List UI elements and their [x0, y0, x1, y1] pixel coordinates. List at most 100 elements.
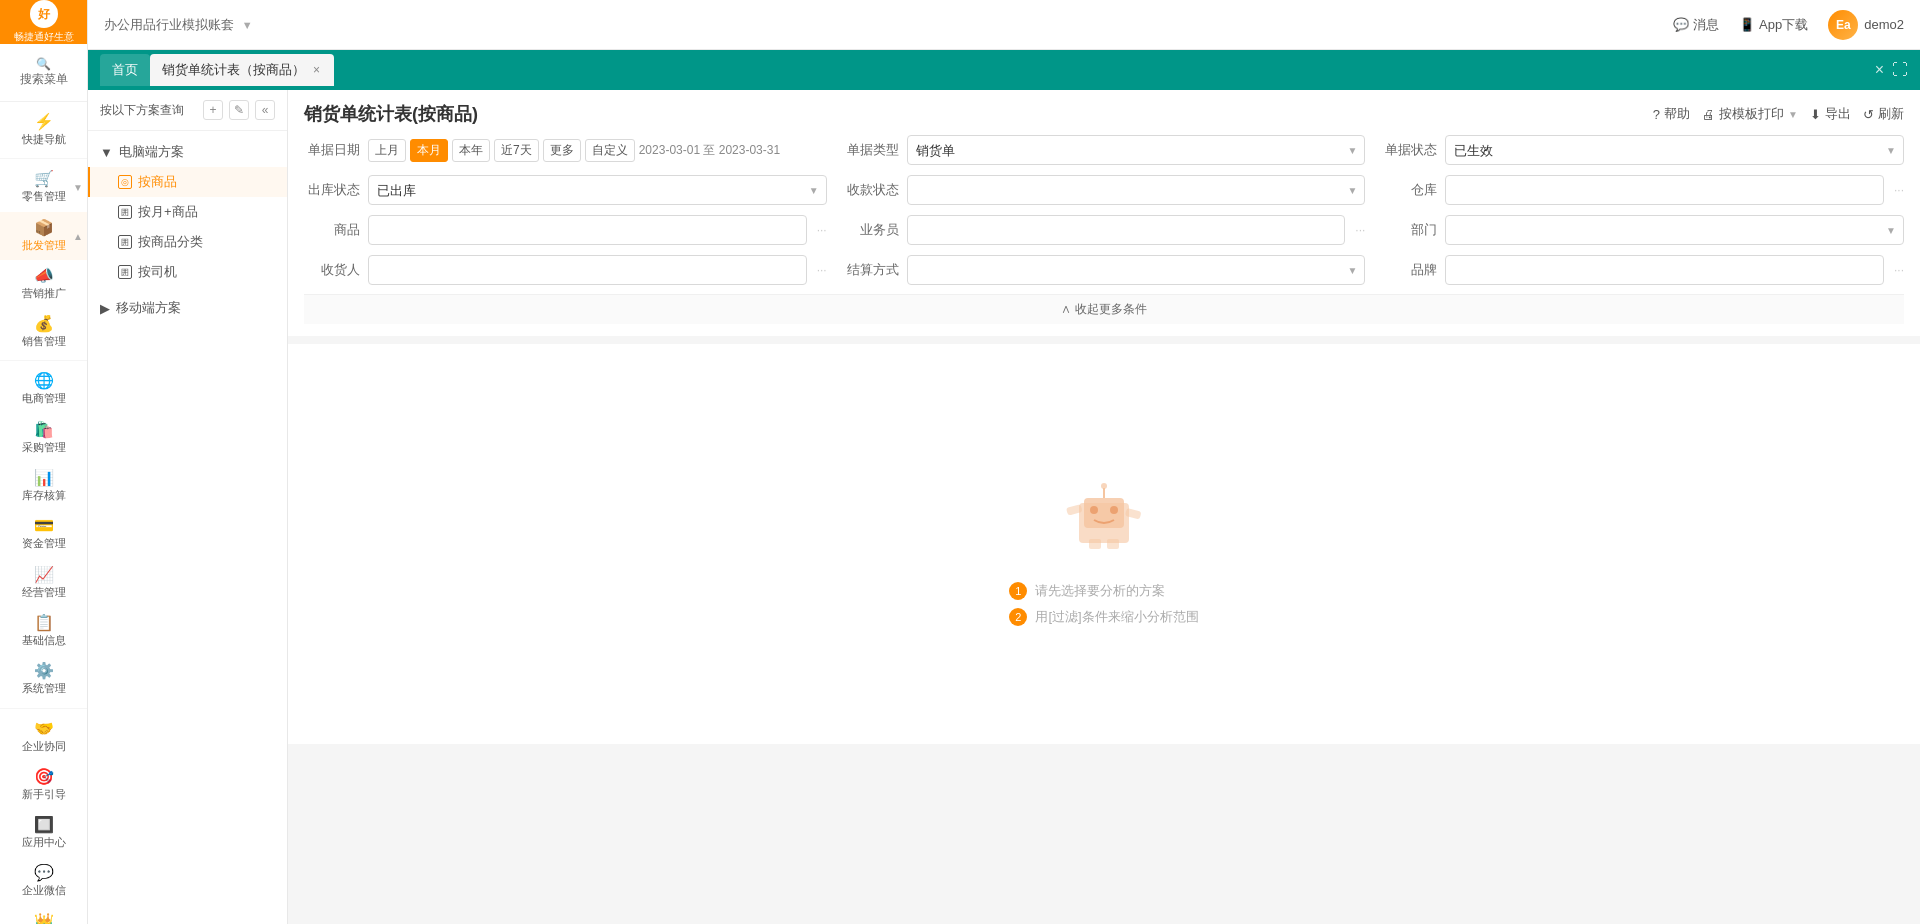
app-download-button[interactable]: 📱 App下载	[1739, 16, 1808, 34]
date-this-year-button[interactable]: 本年	[452, 139, 490, 162]
filter-row-2: 出库状态 已出库 收款状态	[304, 174, 1904, 206]
message-button[interactable]: 💬 消息	[1673, 16, 1719, 34]
sidebar-item-finance[interactable]: 💳 资金管理	[0, 510, 87, 558]
tab-active[interactable]: 销货单统计表（按商品） ×	[150, 54, 334, 86]
tab-close-button[interactable]: ×	[311, 63, 322, 77]
help-button[interactable]: ? 帮助	[1653, 105, 1690, 123]
product-input[interactable]	[368, 215, 807, 245]
purchase-label: 采购管理	[22, 440, 66, 454]
salesperson-dots[interactable]: ···	[1355, 223, 1365, 237]
retail-label: 零售管理	[22, 189, 66, 203]
type-select[interactable]: 销货单	[907, 135, 1366, 165]
date-custom-button[interactable]: 自定义	[585, 139, 635, 162]
nav-section-2: 🌐 电商管理 🛍️ 采购管理 📊 库存核算 💳 资金管理 📈 经营管理 📋 基础…	[0, 361, 87, 708]
empty-tips: 1 请先选择要分析的方案 2 用[过滤]条件来缩小分析范围	[1009, 582, 1198, 626]
desktop-group-title[interactable]: ▼ 电脑端方案	[88, 137, 287, 167]
sidebar-item-wechat[interactable]: 💬 企业微信	[0, 857, 87, 905]
brand-field: 品牌 ···	[1381, 254, 1904, 286]
payment-label: 收款状态	[843, 181, 899, 199]
sidebar-item-enterprise[interactable]: 🤝 企业协同	[0, 713, 87, 761]
print-button[interactable]: 🖨 按模板打印 ▼	[1702, 105, 1798, 123]
sidebar-item-apps[interactable]: 🔲 应用中心	[0, 809, 87, 857]
sidebar-item-marketing[interactable]: 📣 营销推广	[0, 260, 87, 308]
expand-button[interactable]: ⛶	[1892, 61, 1908, 79]
type-label: 单据类型	[843, 141, 899, 159]
sidebar-item-wholesale[interactable]: 📦 批发管理 ▲	[0, 212, 87, 260]
scheme-item-by-machine[interactable]: 囲 按司机	[88, 257, 287, 287]
export-button[interactable]: ⬇ 导出	[1810, 105, 1851, 123]
scheme-item-by-product[interactable]: ◎ 按商品	[88, 167, 287, 197]
left-panel-title: 按以下方案查询	[100, 102, 197, 119]
date-this-month-button[interactable]: 本月	[410, 139, 448, 162]
product-dots[interactable]: ···	[817, 223, 827, 237]
enterprise-icon: 🤝	[34, 721, 54, 737]
sidebar-item-sales[interactable]: 💰 销售管理	[0, 308, 87, 356]
tab-home-label: 首页	[112, 61, 138, 79]
mobile-group-arrow-icon: ▶	[100, 301, 110, 316]
breadcrumb-arrow-icon: ▼	[242, 19, 253, 31]
scheme-item-by-category[interactable]: 囲 按商品分类	[88, 227, 287, 257]
sidebar-item-member[interactable]: 👑 畅会员	[0, 906, 87, 924]
storage-input[interactable]	[1445, 175, 1884, 205]
export-label: 导出	[1825, 105, 1851, 123]
page-container: 按以下方案查询 + ✎ « ▼ 电脑端方案 ◎ 按商品 囲	[88, 90, 1920, 924]
collapse-panel-button[interactable]: «	[255, 100, 275, 120]
sidebar-item-inventory[interactable]: 📊 库存核算	[0, 462, 87, 510]
wechat-icon: 💬	[34, 865, 54, 881]
tab-home[interactable]: 首页	[100, 54, 150, 86]
add-scheme-button[interactable]: +	[203, 100, 223, 120]
sidebar-item-newbie[interactable]: 🎯 新手引导	[0, 761, 87, 809]
user-menu[interactable]: Ea demo2	[1828, 10, 1904, 40]
storage-label: 仓库	[1381, 181, 1437, 199]
receiver-input[interactable]	[368, 255, 807, 285]
sidebar-item-system[interactable]: ⚙️ 系统管理	[0, 655, 87, 703]
svg-point-5	[1101, 483, 1107, 489]
payment-select[interactable]	[907, 175, 1366, 205]
date-label: 单据日期	[304, 141, 360, 159]
date-more-button[interactable]: 更多	[543, 139, 581, 162]
tip-num-2: 2	[1009, 608, 1027, 626]
warehouse-select[interactable]: 已出库	[368, 175, 827, 205]
desktop-group-arrow-icon: ▼	[100, 145, 113, 160]
storage-dots[interactable]: ···	[1894, 183, 1904, 197]
dept-select[interactable]	[1445, 215, 1904, 245]
left-panel: 按以下方案查询 + ✎ « ▼ 电脑端方案 ◎ 按商品 囲	[88, 90, 288, 924]
filter-actions: ? 帮助 🖨 按模板打印 ▼ ⬇ 导出	[1653, 105, 1904, 123]
brand-input[interactable]	[1445, 255, 1884, 285]
empty-tip-1: 1 请先选择要分析的方案	[1009, 582, 1198, 600]
filter-row-1: 单据日期 上月 本月 本年 近7天 更多 自定义 2023-03-01 至 20…	[304, 134, 1904, 166]
empty-tip-2: 2 用[过滤]条件来缩小分析范围	[1009, 608, 1198, 626]
brand-dots[interactable]: ···	[1894, 263, 1904, 277]
system-icon: ⚙️	[34, 663, 54, 679]
status-select[interactable]: 已生效	[1445, 135, 1904, 165]
sidebar-item-purchase[interactable]: 🛍️ 采购管理	[0, 414, 87, 462]
settlement-field: 结算方式	[843, 254, 1366, 286]
refresh-button[interactable]: ↺ 刷新	[1863, 105, 1904, 123]
settlement-select[interactable]	[907, 255, 1366, 285]
nav-section: 🛒 零售管理 ▼ 📦 批发管理 ▲ 📣 营销推广 💰 销售管理	[0, 159, 87, 361]
date-last-month-button[interactable]: 上月	[368, 139, 406, 162]
sidebar-item-operations[interactable]: 📈 经营管理	[0, 559, 87, 607]
by-product-icon: ◎	[118, 175, 132, 189]
receiver-dots[interactable]: ···	[817, 263, 827, 277]
minimize-button[interactable]: ×	[1875, 61, 1884, 79]
date-7days-button[interactable]: 近7天	[494, 139, 539, 162]
sidebar-item-retail[interactable]: 🛒 零售管理 ▼	[0, 163, 87, 211]
quick-nav-section: ⚡ 快捷导航	[0, 102, 87, 159]
mobile-group-title[interactable]: ▶ 移动端方案	[88, 293, 287, 323]
basic-icon: 📋	[34, 615, 54, 631]
sidebar-item-basic[interactable]: 📋 基础信息	[0, 607, 87, 655]
sidebar-logo[interactable]: 好 畅捷通好生意	[0, 0, 87, 44]
by-month-product-icon: 囲	[118, 205, 132, 219]
filter-fields: 单据日期 上月 本月 本年 近7天 更多 自定义 2023-03-01 至 20…	[304, 134, 1904, 286]
print-icon: 🖨	[1702, 107, 1715, 122]
sidebar-item-quick-nav[interactable]: ⚡ 快捷导航	[0, 106, 87, 154]
edit-scheme-button[interactable]: ✎	[229, 100, 249, 120]
salesperson-input[interactable]	[907, 215, 1346, 245]
sales-icon: 💰	[34, 316, 54, 332]
scheme-item-by-month-product[interactable]: 囲 按月+商品	[88, 197, 287, 227]
sidebar-item-ecommerce[interactable]: 🌐 电商管理	[0, 365, 87, 413]
search-menu-button[interactable]: 🔍 搜索菜单	[6, 52, 81, 93]
collapse-filter-button[interactable]: ∧ 收起更多条件	[304, 294, 1904, 324]
wholesale-label: 批发管理	[22, 238, 66, 252]
